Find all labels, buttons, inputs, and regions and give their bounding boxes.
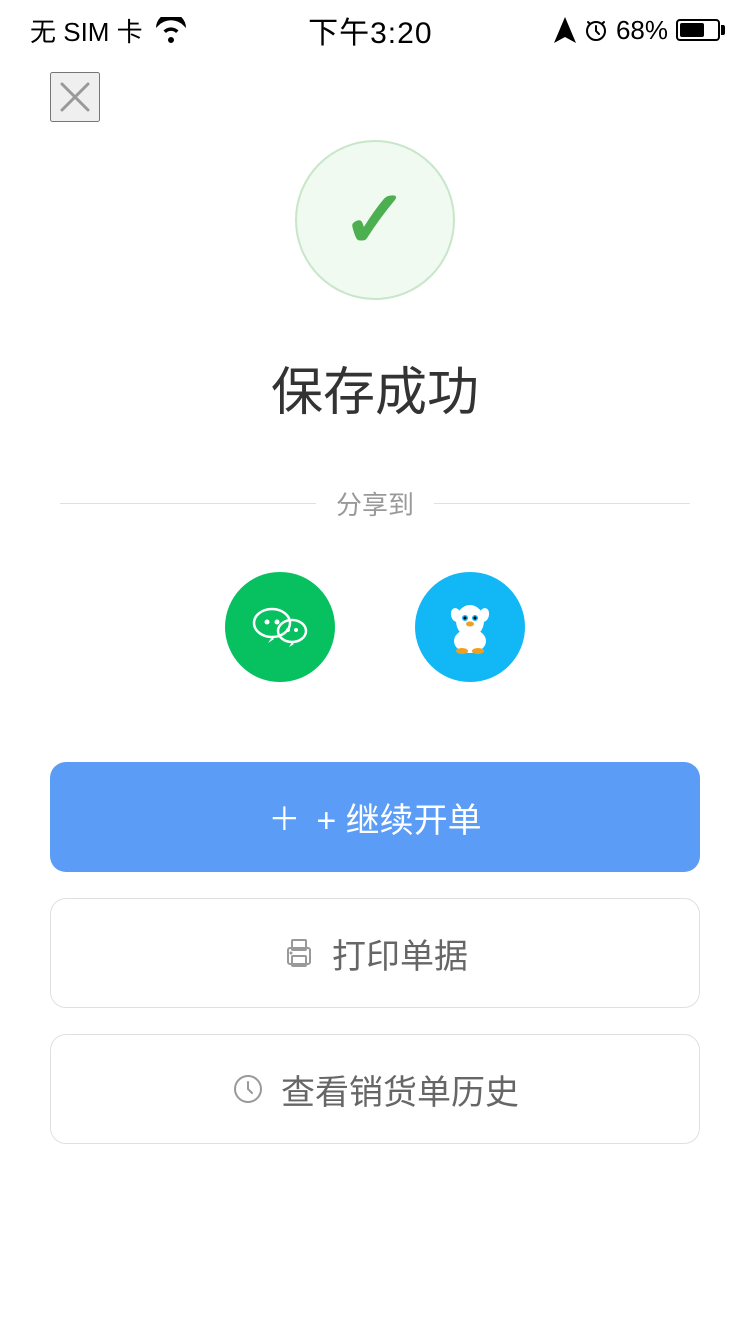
no-sim-text: 无 SIM 卡: [30, 12, 143, 49]
status-time: 下午3:20: [308, 8, 432, 52]
battery-icon: [676, 19, 720, 41]
share-divider: 分享到: [0, 485, 750, 522]
success-title: 保存成功: [271, 350, 479, 425]
history-button[interactable]: 查看销货单历史: [50, 1034, 700, 1144]
plus-icon: ＋: [268, 794, 300, 840]
battery-percent: 68%: [616, 15, 668, 46]
status-right: 68%: [554, 15, 720, 46]
location-icon: [554, 17, 576, 43]
battery-fill: [680, 23, 704, 37]
wechat-share-button[interactable]: [225, 572, 335, 682]
continue-label: + 继续开单: [316, 793, 481, 842]
status-left: 无 SIM 卡: [30, 12, 187, 49]
divider-line-left: [60, 503, 316, 504]
success-circle: ✓: [295, 140, 455, 300]
print-label: 打印单据: [332, 929, 468, 978]
share-label: 分享到: [336, 485, 414, 522]
continue-button[interactable]: ＋ + 继续开单: [50, 762, 700, 872]
share-icons-container: [225, 572, 525, 682]
checkmark-icon: ✓: [341, 180, 408, 260]
main-content: ✓ 保存成功 分享到: [0, 60, 750, 1144]
wechat-icon: [248, 595, 312, 659]
status-bar: 无 SIM 卡 下午3:20 68%: [0, 0, 750, 60]
printer-icon: [282, 936, 316, 970]
close-button[interactable]: [50, 72, 100, 122]
history-label: 查看销货单历史: [281, 1065, 519, 1114]
history-icon: [231, 1072, 265, 1106]
qq-share-button[interactable]: [415, 572, 525, 682]
close-icon: [57, 79, 93, 115]
action-buttons: ＋ + 继续开单 打印单据 查看销货单历史: [0, 762, 750, 1144]
divider-line-right: [434, 503, 690, 504]
alarm-icon: [584, 18, 608, 42]
print-button[interactable]: 打印单据: [50, 898, 700, 1008]
wifi-icon: [155, 17, 187, 43]
qq-icon: [438, 595, 502, 659]
